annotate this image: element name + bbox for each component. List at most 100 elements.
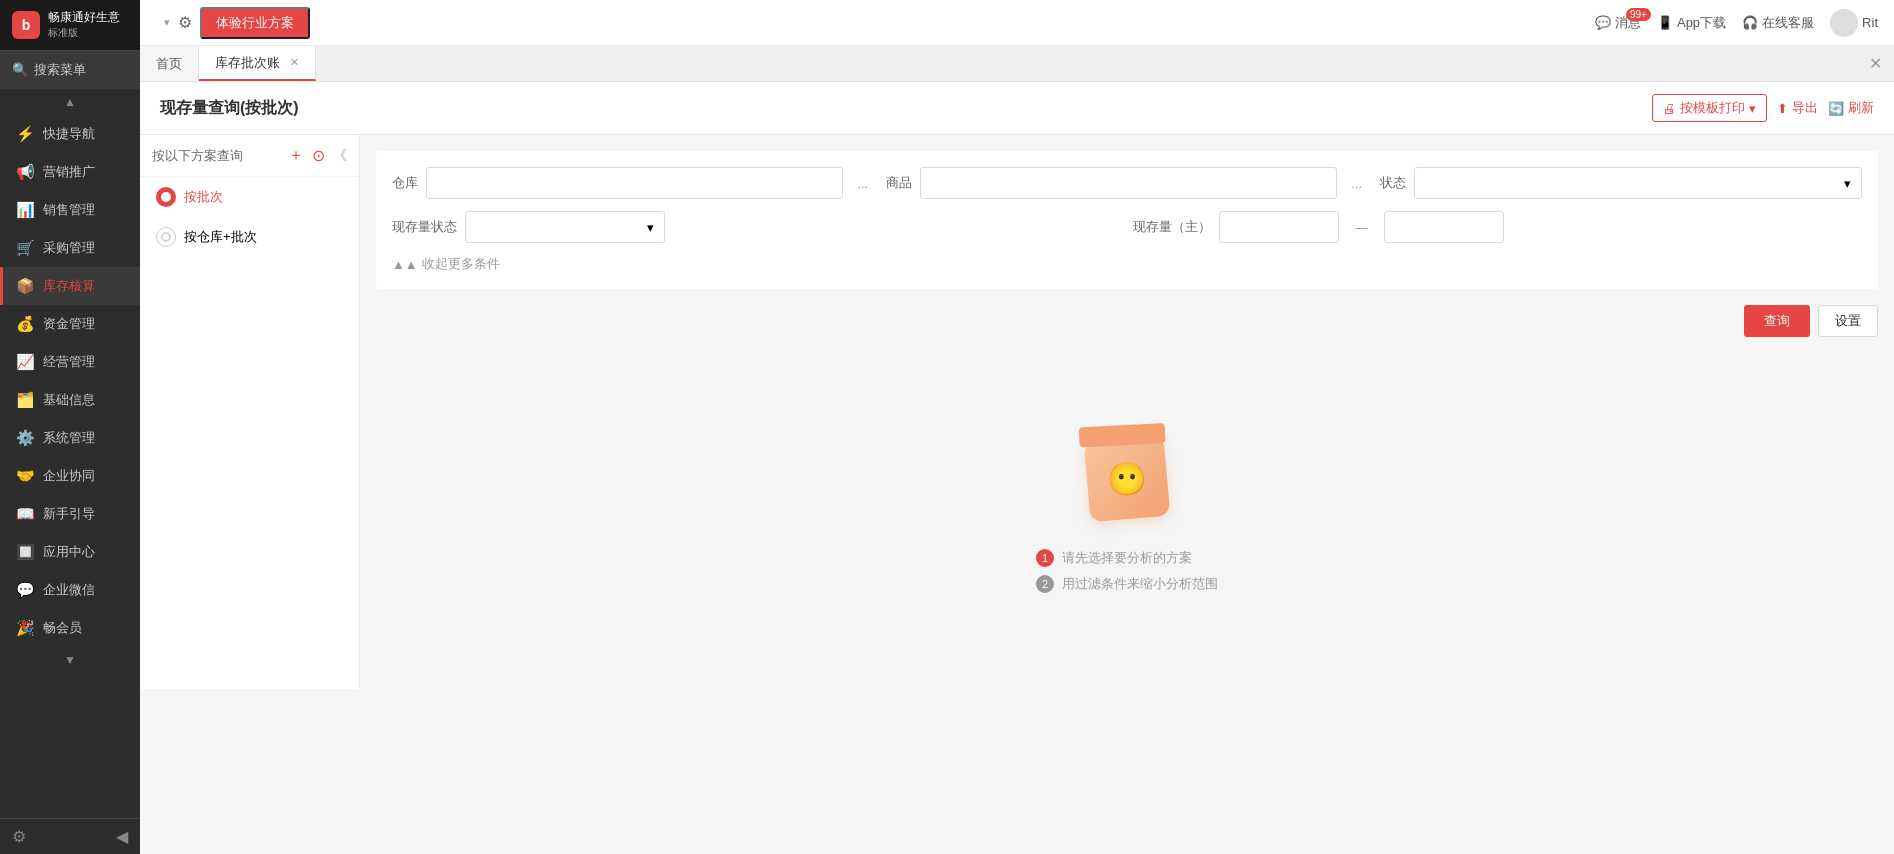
tab-home-label: 首页	[156, 55, 182, 73]
setting-btn[interactable]: 设置	[1818, 305, 1878, 337]
sidebar-logo: b	[12, 11, 40, 39]
sidebar-branding: 畅康通好生意 标准版	[48, 10, 120, 40]
sidebar-item-basics[interactable]: 🗂️ 基础信息	[0, 381, 140, 419]
inventory-qty-from[interactable]	[1219, 211, 1339, 243]
page-header: 现存量查询(按批次) 🖨 按模板打印 ▾ ⬆ 导出 🔄 刷新	[140, 82, 1894, 135]
topbar-dropdown-icon[interactable]: ▾	[164, 16, 170, 29]
inventory-qty-label: 现存量（主）	[1133, 218, 1211, 236]
sidebar-item-inventory[interactable]: 📦 库存核算	[0, 267, 140, 305]
export-icon: ⬆	[1777, 101, 1788, 116]
finance-label: 资金管理	[43, 315, 95, 333]
avatar-img	[1830, 9, 1858, 37]
topbar-left: ▾ ⚙ 体验行业方案	[156, 7, 1583, 39]
sidebar-scroll-up-btn[interactable]: ▲	[0, 89, 140, 115]
export-btn[interactable]: ⬆ 导出	[1777, 99, 1818, 117]
apps-icon: 🔲	[15, 543, 35, 561]
page-header-actions: 🖨 按模板打印 ▾ ⬆ 导出 🔄 刷新	[1652, 94, 1874, 122]
sidebar-item-shortcuts[interactable]: ⚡ 快捷导航	[0, 115, 140, 153]
user-avatar[interactable]: Rit	[1830, 9, 1878, 37]
sidebar-item-operations[interactable]: 📈 经营管理	[0, 343, 140, 381]
app-download-btn[interactable]: 📱 App下载	[1657, 14, 1726, 32]
collapse-panel-btn[interactable]: 《	[333, 147, 347, 165]
right-panel: 仓库 ... 商品 ... 状态	[360, 135, 1894, 689]
search-menu-label: 搜索菜单	[34, 61, 86, 79]
tab-inventory-batch[interactable]: 库存批次账 ✕	[199, 46, 316, 81]
refresh-icon: 🔄	[1828, 101, 1844, 116]
inventory-status-label: 现存量状态	[392, 218, 457, 236]
headset-icon: 🎧	[1742, 15, 1758, 30]
collab-icon: 🤝	[15, 467, 35, 485]
scheme-item-batch[interactable]: 按批次	[140, 177, 359, 217]
sidebar-item-finance[interactable]: 💰 资金管理	[0, 305, 140, 343]
sidebar-header: b 畅康通好生意 标准版	[0, 0, 140, 51]
sidebar-item-collab[interactable]: 🤝 企业协同	[0, 457, 140, 495]
empty-box: 😶	[1077, 429, 1177, 529]
warehouse-input[interactable]	[426, 167, 843, 199]
tabbar: 首页 库存批次账 ✕ ✕	[140, 46, 1894, 82]
content-area: 现存量查询(按批次) 🖨 按模板打印 ▾ ⬆ 导出 🔄 刷新	[140, 82, 1894, 854]
left-panel-header: 按以下方案查询 ＋ ⊙ 《	[140, 135, 359, 177]
tip-text-1: 请先选择要分析的方案	[1062, 549, 1192, 567]
tabbar-close-right[interactable]: ✕	[1857, 46, 1894, 81]
basics-label: 基础信息	[43, 391, 95, 409]
settings-scheme-btn[interactable]: ⊙	[312, 146, 325, 165]
inventory-status-select[interactable]: ▾	[465, 211, 665, 243]
topbar-gear-icon[interactable]: ⚙	[178, 13, 192, 32]
collapse-sidebar-icon[interactable]: ◀	[116, 827, 128, 846]
action-row: 查询 设置	[376, 305, 1878, 337]
filter-bottom-row: ▲▲ 收起更多条件	[392, 255, 1862, 273]
status-dropdown-icon: ▾	[1844, 176, 1851, 191]
scroll-up-arrow[interactable]: ▲	[62, 93, 78, 111]
sidebar-item-weixin[interactable]: 💬 企业微信	[0, 571, 140, 609]
purchase-label: 采购管理	[43, 239, 95, 257]
inventory-qty-to[interactable]	[1384, 211, 1504, 243]
sidebar-item-system[interactable]: ⚙️ 系统管理	[0, 419, 140, 457]
message-btn[interactable]: 💬 消息 99+	[1595, 14, 1641, 32]
left-panel-header-actions: ＋ ⊙ 《	[288, 145, 347, 166]
product-more-btn[interactable]: ...	[1345, 176, 1368, 191]
filter-inventory-status: 现存量状态 ▾	[392, 211, 1121, 243]
status-label: 状态	[1380, 174, 1406, 192]
settings-icon[interactable]: ⚙	[12, 827, 26, 846]
add-scheme-btn[interactable]: ＋	[288, 145, 304, 166]
sidebar-item-apps[interactable]: 🔲 应用中心	[0, 533, 140, 571]
filter-inventory-qty: 现存量（主） —	[1133, 211, 1862, 243]
online-label: 在线客服	[1762, 14, 1814, 32]
collapse-btn[interactable]: ▲▲ 收起更多条件	[392, 255, 500, 273]
sidebar-item-member[interactable]: 🎉 畅会员	[0, 609, 140, 647]
marketing-icon: 📢	[15, 163, 35, 181]
shortcuts-label: 快捷导航	[43, 125, 95, 143]
online-service-btn[interactable]: 🎧 在线客服	[1742, 14, 1814, 32]
sidebar-scroll-down-btn[interactable]: ▼	[0, 647, 140, 673]
basics-icon: 🗂️	[15, 391, 35, 409]
inventory-status-dropdown-icon: ▾	[647, 220, 654, 235]
warehouse-more-btn[interactable]: ...	[851, 176, 874, 191]
scroll-down-arrow[interactable]: ▼	[62, 651, 78, 669]
sidebar-item-purchase[interactable]: 🛒 采购管理	[0, 229, 140, 267]
shortcuts-icon: ⚡	[15, 125, 35, 143]
scheme-item-warehouse-batch[interactable]: 按仓库+批次	[140, 217, 359, 257]
sidebar-item-sales[interactable]: 📊 销售管理	[0, 191, 140, 229]
query-btn[interactable]: 查询	[1744, 305, 1810, 337]
filter-status: 状态 ▾	[1380, 167, 1862, 199]
print-btn[interactable]: 🖨 按模板打印 ▾	[1652, 94, 1767, 122]
sidebar-item-marketing[interactable]: 📢 营销推广	[0, 153, 140, 191]
sidebar: b 畅康通好生意 标准版 🔍 搜索菜单 ▲ ⚡ 快捷导航 📢 营销推广 📊 销售…	[0, 0, 140, 854]
tab-home[interactable]: 首页	[140, 46, 199, 81]
product-input[interactable]	[920, 167, 1337, 199]
inventory-icon: 📦	[15, 277, 35, 295]
sidebar-search[interactable]: 🔍 搜索菜单	[0, 51, 140, 89]
page-title: 现存量查询(按批次)	[160, 98, 299, 119]
message-badge: 99+	[1626, 8, 1651, 21]
refresh-label: 刷新	[1848, 99, 1874, 117]
refresh-btn[interactable]: 🔄 刷新	[1828, 99, 1874, 117]
left-panel: 按以下方案查询 ＋ ⊙ 《 按批次	[140, 135, 360, 689]
status-select[interactable]: ▾	[1414, 167, 1862, 199]
experience-btn[interactable]: 体验行业方案	[200, 7, 310, 39]
filter-area: 仓库 ... 商品 ... 状态	[376, 151, 1878, 289]
print-dropdown-icon[interactable]: ▾	[1749, 101, 1756, 116]
tab-close-btn[interactable]: ✕	[290, 56, 299, 69]
sidebar-item-guide[interactable]: 📖 新手引导	[0, 495, 140, 533]
guide-label: 新手引导	[43, 505, 95, 523]
scheme-icon-inactive	[156, 227, 176, 247]
